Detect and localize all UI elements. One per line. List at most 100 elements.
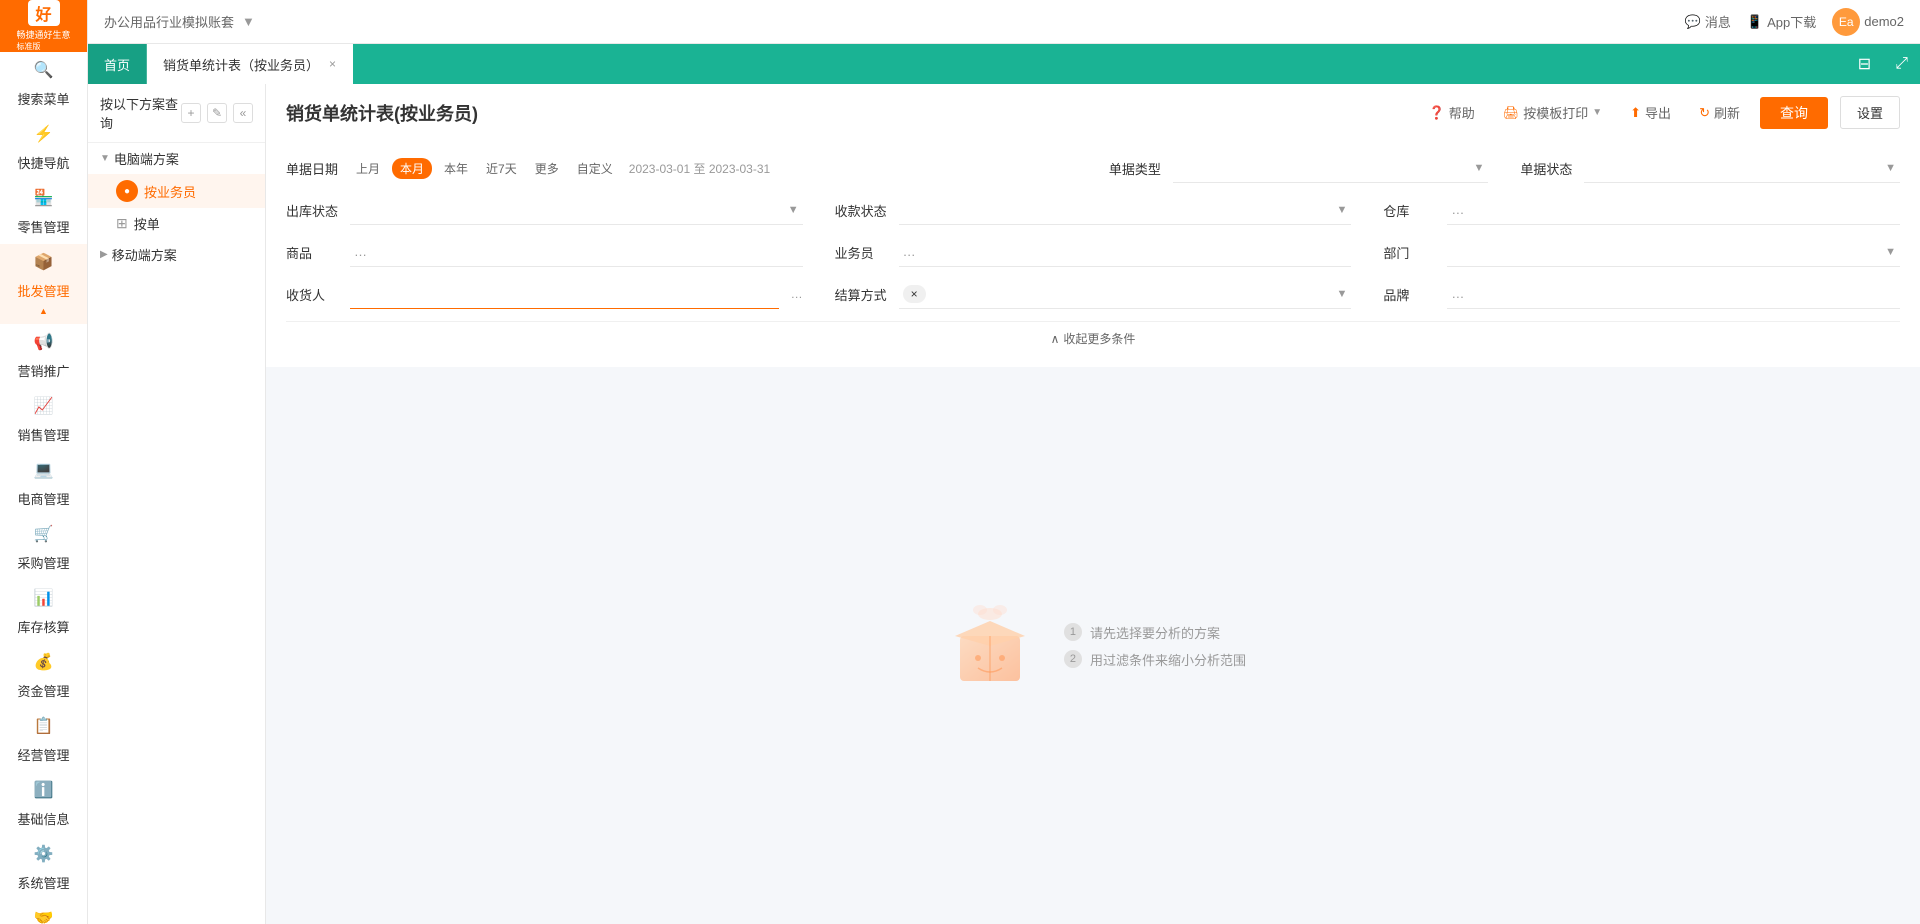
date-7days-btn[interactable]: 近7天 — [480, 158, 523, 179]
sidebar-item-wholesale[interactable]: 📦 批发管理 ▲ — [0, 244, 87, 324]
sidebar-item-sales[interactable]: 📈 销售管理 — [0, 388, 87, 452]
order-status-select[interactable]: ▼ — [1584, 153, 1900, 183]
left-panel-header: 按以下方案查询 + ✎ « — [88, 84, 265, 143]
inventory-icon: 📊 — [34, 588, 54, 608]
tree-item-by-salesperson[interactable]: ● 按业务员 — [88, 174, 265, 208]
filter-consignee: 收货人 … — [286, 279, 803, 309]
export-icon: ⬆ — [1630, 105, 1641, 121]
page-header: 销货单统计表(按业务员) ❓ 帮助 🖨 按模板打印 ▼ ⬆ — [266, 84, 1920, 141]
logo-icon: 好 — [28, 0, 60, 26]
sidebar-item-retail[interactable]: 🏪 零售管理 — [0, 180, 87, 244]
dept-select[interactable]: ▼ — [1447, 237, 1900, 267]
sidebar-item-ecom[interactable]: 💻 电商管理 — [0, 452, 87, 516]
app-download-btn[interactable]: 📱 App下载 — [1747, 12, 1816, 31]
system-icon: ⚙️ — [34, 844, 54, 864]
right-panel: 销货单统计表(按业务员) ❓ 帮助 🖨 按模板打印 ▼ ⬆ — [266, 84, 1920, 924]
help-btn[interactable]: ❓ 帮助 — [1421, 99, 1483, 126]
refresh-label: 刷新 — [1714, 103, 1740, 122]
consignee-input[interactable] — [350, 279, 779, 309]
consignee-ellipsis[interactable]: … — [791, 287, 803, 301]
sidebar-item-label: 销售管理 — [17, 425, 69, 444]
app-logo: 好 畅捷通好生意标准版 — [0, 0, 88, 52]
tabbar: 首页 销货单统计表（按业务员） × ⊟ ⤢ — [88, 44, 1920, 84]
settings-button[interactable]: 设置 — [1840, 96, 1900, 129]
breadcrumb-dropdown-icon[interactable]: ▼ — [242, 14, 255, 29]
filter-settlement: 结算方式 × ▼ — [835, 279, 1352, 309]
tab-home[interactable]: 首页 — [88, 44, 147, 84]
filter-warehouse: 仓库 … — [1383, 195, 1900, 225]
message-btn[interactable]: 💬 消息 — [1685, 12, 1731, 31]
settlement-label: 结算方式 — [835, 285, 891, 304]
payment-select[interactable]: ▼ — [899, 195, 1352, 225]
tree-folder-pc[interactable]: ▼ 电脑端方案 — [88, 143, 265, 174]
retail-icon: 🏪 — [34, 188, 54, 208]
sidebar-item-label: 零售管理 — [17, 217, 69, 236]
tree-folder-mobile[interactable]: ▶ 移动端方案 — [88, 239, 265, 270]
collapse-icon: ∧ — [1051, 332, 1060, 346]
tab-sales-stat[interactable]: 销货单统计表（按业务员） × — [147, 44, 353, 84]
empty-tip-1: 1 请先选择要分析的方案 — [1064, 623, 1246, 642]
tree-folder-label: 移动端方案 — [112, 245, 177, 264]
brand-value[interactable]: … — [1451, 286, 1464, 301]
tree-folder-label: 电脑端方案 — [114, 149, 179, 168]
date-curr-month-btn[interactable]: 本月 — [392, 158, 432, 179]
export-btn[interactable]: ⬆ 导出 — [1622, 99, 1679, 126]
tab-sales-stat-label: 销货单统计表（按业务员） — [163, 55, 319, 74]
template-print-btn[interactable]: 🖨 按模板打印 ▼ — [1495, 99, 1610, 126]
export-label: 导出 — [1645, 103, 1671, 122]
sidebar-item-operations[interactable]: 📋 经营管理 — [0, 708, 87, 772]
finance-icon: 💰 — [34, 652, 54, 672]
date-filter-buttons: 上月 本月 本年 近7天 更多 自定义 2023-03-01 至 2023-03… — [350, 158, 770, 179]
order-type-select[interactable]: ▼ — [1173, 153, 1489, 183]
salesperson-value[interactable]: … — [903, 244, 916, 259]
sidebar-item-inventory[interactable]: 📊 库存核算 — [0, 580, 87, 644]
sidebar-item-collab[interactable]: 🤝 企业协同 — [0, 900, 87, 924]
operations-icon: 📋 — [34, 716, 54, 736]
add-scheme-btn[interactable]: + — [181, 103, 201, 123]
search-icon: 🔍 — [34, 60, 54, 80]
sidebar-item-label: 营销推广 — [17, 361, 69, 380]
order-type-label: 单据类型 — [1109, 159, 1165, 178]
filter-payment: 收款状态 ▼ — [835, 195, 1352, 225]
sidebar-item-purchase[interactable]: 🛒 采购管理 — [0, 516, 87, 580]
dept-label: 部门 — [1383, 243, 1439, 262]
tip-num-2: 2 — [1064, 650, 1082, 668]
warehouse-value[interactable]: … — [1451, 202, 1464, 217]
filter-date: 单据日期 上月 本月 本年 近7天 更多 自定义 2023-03-01 至 20… — [286, 158, 1077, 179]
scheme-label: 按单 — [134, 214, 160, 233]
date-custom-btn[interactable]: 自定义 — [571, 158, 619, 179]
sidebar-item-system[interactable]: ⚙️ 系统管理 — [0, 836, 87, 900]
settlement-chevron[interactable]: ▼ — [1336, 288, 1347, 300]
left-panel-title: 按以下方案查询 — [100, 94, 181, 132]
edit-scheme-btn[interactable]: ✎ — [207, 103, 227, 123]
goods-value[interactable]: … — [354, 244, 367, 259]
sidebar-item-search[interactable]: 🔍 搜索菜单 — [0, 52, 87, 116]
scheme-active-icon: ● — [116, 180, 138, 202]
tab-maximize-btn[interactable]: ⤢ — [1883, 44, 1920, 84]
empty-tip-2: 2 用过滤条件来缩小分析范围 — [1064, 650, 1246, 669]
tree-item-by-order[interactable]: ⊞ 按单 — [88, 208, 265, 239]
tab-minimize-btn[interactable]: ⊟ — [1846, 44, 1883, 84]
outbound-select[interactable]: ▼ — [350, 195, 803, 225]
date-range-text: 2023-03-01 至 2023-03-31 — [629, 160, 770, 177]
sidebar-item-finance[interactable]: 💰 资金管理 — [0, 644, 87, 708]
query-button[interactable]: 查询 — [1760, 97, 1828, 129]
date-more-btn[interactable]: 更多 — [529, 158, 565, 179]
sidebar-item-label: 采购管理 — [17, 553, 69, 572]
purchase-icon: 🛒 — [34, 524, 54, 544]
sidebar-item-quicknav[interactable]: ⚡ 快捷导航 — [0, 116, 87, 180]
date-prev-month-btn[interactable]: 上月 — [350, 158, 386, 179]
refresh-btn[interactable]: ↻ 刷新 — [1691, 99, 1748, 126]
quicknav-icon: ⚡ — [34, 124, 54, 144]
sidebar-item-baseinfo[interactable]: ℹ️ 基础信息 — [0, 772, 87, 836]
empty-state: 1 请先选择要分析的方案 2 用过滤条件来缩小分析范围 — [266, 367, 1920, 924]
empty-illustration — [940, 596, 1040, 696]
sidebar-item-marketing[interactable]: 📢 营销推广 — [0, 324, 87, 388]
collapse-panel-btn[interactable]: « — [233, 103, 253, 123]
scheme-icon: ⊞ — [116, 215, 128, 232]
filter-row-4: 收货人 … 结算方式 × ▼ — [286, 279, 1900, 309]
date-curr-year-btn[interactable]: 本年 — [438, 158, 474, 179]
tab-close-icon[interactable]: × — [329, 57, 336, 71]
user-profile[interactable]: Ea demo2 — [1832, 8, 1904, 36]
collapse-filters-btn[interactable]: ∧ 收起更多条件 — [286, 321, 1900, 355]
